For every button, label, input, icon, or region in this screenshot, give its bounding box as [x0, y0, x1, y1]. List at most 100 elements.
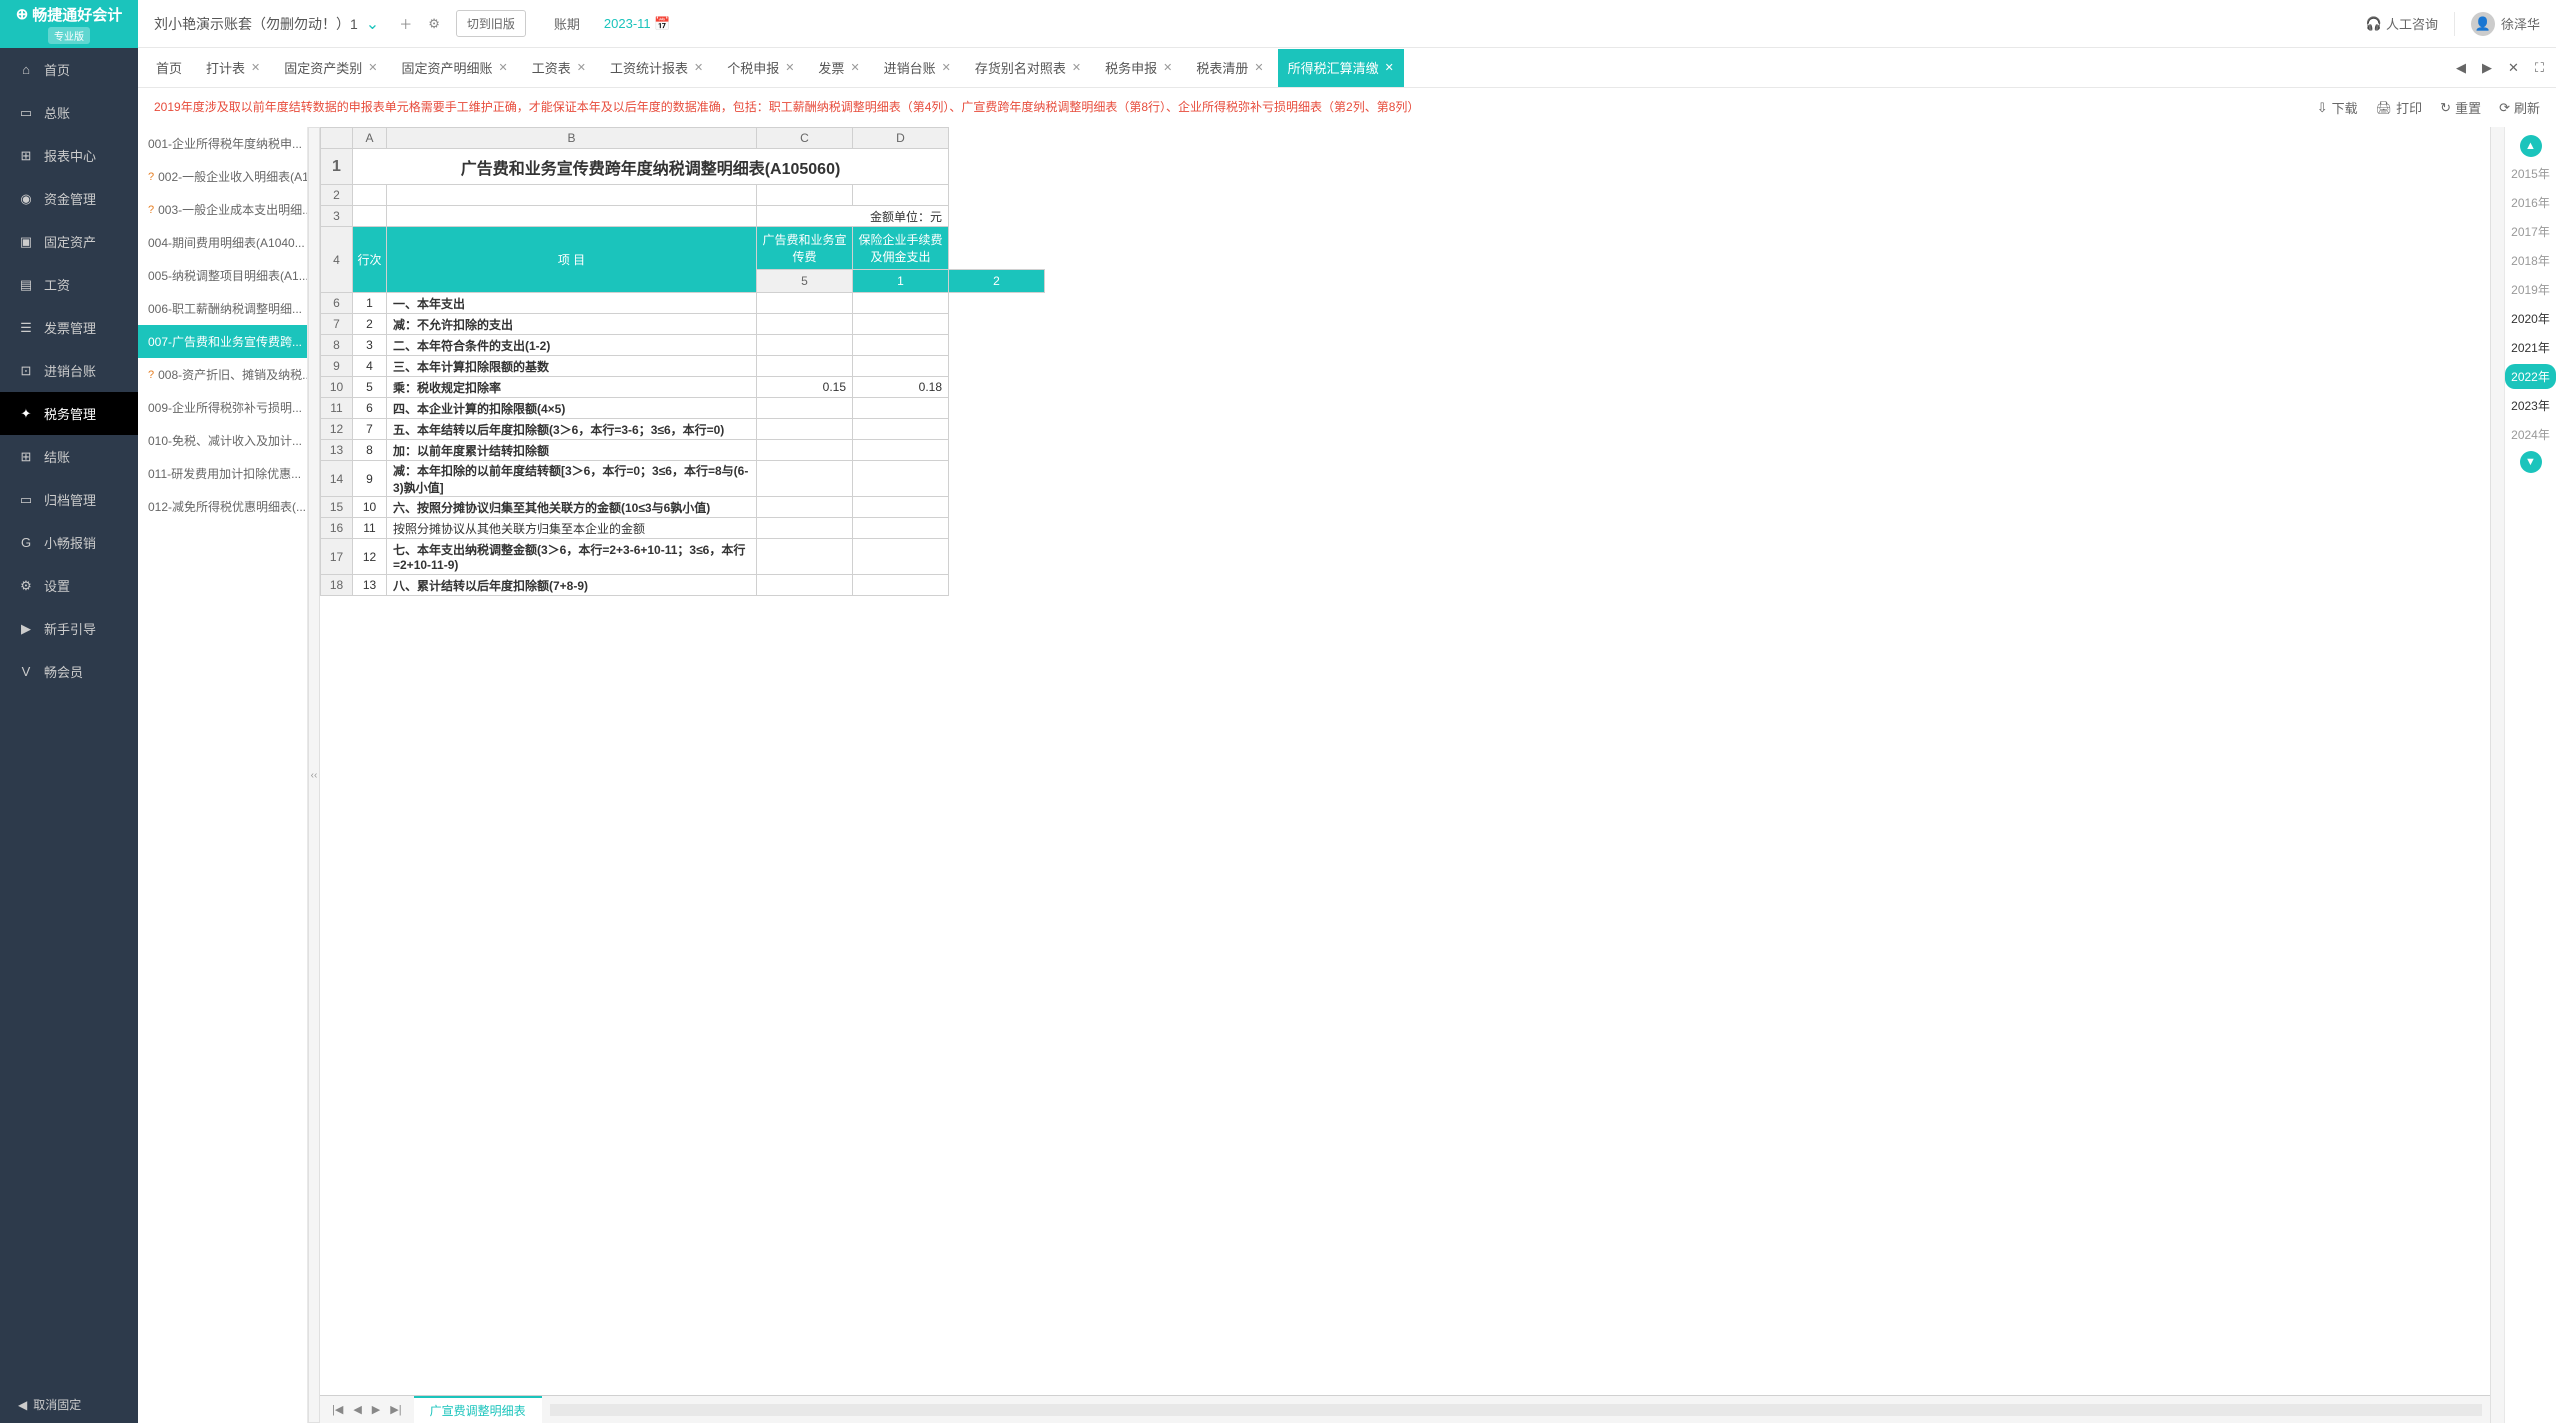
sidebar-item[interactable]: ▣固定资产	[0, 220, 138, 263]
form-list-item[interactable]: 004-期间费用明细表(A1040...	[138, 226, 307, 259]
tab-scroll-left-icon[interactable]: ◀	[2452, 56, 2470, 80]
chevron-down-icon[interactable]: ⌄	[366, 14, 379, 34]
cell[interactable]	[853, 314, 949, 335]
print-button[interactable]: 🖨 打印	[2376, 98, 2423, 117]
sidebar-item[interactable]: ✦税务管理	[0, 392, 138, 435]
tab[interactable]: 所得税汇算清缴✕	[1278, 49, 1404, 87]
cell[interactable]: 0.18	[853, 377, 949, 398]
cell[interactable]	[757, 497, 853, 518]
sheet-prev-icon[interactable]: ◀	[349, 1401, 365, 1418]
cell[interactable]	[757, 440, 853, 461]
form-list-item[interactable]: 011-研发费用加计扣除优惠...	[138, 457, 307, 490]
year-item[interactable]: 2020年	[2505, 306, 2556, 331]
cell[interactable]	[853, 356, 949, 377]
settings-icon[interactable]: ⚙	[428, 16, 440, 32]
close-all-tabs-icon[interactable]: ✕	[2504, 56, 2523, 80]
cell[interactable]	[853, 398, 949, 419]
year-item[interactable]: 2024年	[2505, 422, 2556, 447]
cell[interactable]	[853, 575, 949, 596]
sidebar-item[interactable]: ⊡进销台账	[0, 349, 138, 392]
year-item[interactable]: 2021年	[2505, 335, 2556, 360]
tab[interactable]: 税务申报✕	[1095, 49, 1182, 87]
form-list-item[interactable]: 010-免税、减计收入及加计...	[138, 424, 307, 457]
sheet-first-icon[interactable]: |◀	[328, 1401, 347, 1418]
cell[interactable]	[757, 293, 853, 314]
close-icon[interactable]: ✕	[1072, 61, 1081, 74]
form-list-item[interactable]: 006-职工薪酬纳税调整明细...	[138, 292, 307, 325]
support-link[interactable]: 🎧 人工咨询	[2366, 14, 2438, 33]
year-item[interactable]: 2019年	[2505, 277, 2556, 302]
sidebar-item[interactable]: G小畅报销	[0, 521, 138, 564]
tab[interactable]: 税表清册✕	[1186, 49, 1273, 87]
unpin-button[interactable]: ◀取消固定	[0, 1386, 138, 1423]
sheet-next-icon[interactable]: ▶	[368, 1401, 384, 1418]
old-version-button[interactable]: 切到旧版	[456, 10, 526, 37]
fullscreen-icon[interactable]: ⛶	[2531, 56, 2548, 80]
download-button[interactable]: ⇩ 下载	[2317, 98, 2358, 117]
add-icon[interactable]: ＋	[399, 14, 412, 33]
tab[interactable]: 固定资产明细账✕	[391, 49, 517, 87]
tab[interactable]: 固定资产类别✕	[274, 49, 387, 87]
year-up-icon[interactable]: ▲	[2520, 135, 2542, 157]
sidebar-item[interactable]: ☰发票管理	[0, 306, 138, 349]
form-list-item[interactable]: ?003-一般企业成本支出明细...	[138, 193, 307, 226]
cell[interactable]	[757, 539, 853, 575]
sidebar-item[interactable]: ▤工资	[0, 263, 138, 306]
cell[interactable]	[853, 461, 949, 497]
cell[interactable]	[757, 575, 853, 596]
user-menu[interactable]: 👤 徐泽华	[2454, 12, 2540, 36]
cell[interactable]	[757, 461, 853, 497]
tab[interactable]: 首页	[146, 49, 192, 87]
tab[interactable]: 发票✕	[808, 49, 869, 87]
cell[interactable]: 0.15	[757, 377, 853, 398]
close-icon[interactable]: ✕	[251, 61, 260, 74]
form-list-item[interactable]: 009-企业所得税弥补亏损明...	[138, 391, 307, 424]
close-icon[interactable]: ✕	[694, 61, 703, 74]
close-icon[interactable]: ✕	[1385, 61, 1394, 74]
tab[interactable]: 进销台账✕	[874, 49, 961, 87]
year-item[interactable]: 2023年	[2505, 393, 2556, 418]
cell[interactable]	[853, 419, 949, 440]
sidebar-item[interactable]: ⚙设置	[0, 564, 138, 607]
close-icon[interactable]: ✕	[577, 61, 586, 74]
cell[interactable]	[853, 497, 949, 518]
year-down-icon[interactable]: ▼	[2520, 451, 2542, 473]
vertical-scrollbar[interactable]	[2490, 127, 2504, 1423]
cell[interactable]	[757, 356, 853, 377]
close-icon[interactable]: ✕	[499, 61, 508, 74]
cell[interactable]	[853, 293, 949, 314]
cell[interactable]	[853, 539, 949, 575]
tab-scroll-right-icon[interactable]: ▶	[2478, 56, 2496, 80]
year-item[interactable]: 2015年	[2505, 161, 2556, 186]
tab[interactable]: 存货别名对照表✕	[965, 49, 1091, 87]
sidebar-item[interactable]: ⊞结账	[0, 435, 138, 478]
sidebar-item[interactable]: V畅会员	[0, 650, 138, 693]
collapse-handle[interactable]: ‹‹	[308, 127, 320, 1423]
cell[interactable]	[757, 314, 853, 335]
sidebar-item[interactable]: ⌂首页	[0, 48, 138, 91]
form-list-item[interactable]: 007-广告费和业务宣传费跨...	[138, 325, 307, 358]
close-icon[interactable]: ✕	[850, 61, 859, 74]
sidebar-item[interactable]: ⊞报表中心	[0, 134, 138, 177]
cell[interactable]	[853, 335, 949, 356]
form-list-item[interactable]: ?002-一般企业收入明细表(A1...	[138, 160, 307, 193]
cell[interactable]	[757, 335, 853, 356]
tab[interactable]: 个税申报✕	[717, 49, 804, 87]
period-picker[interactable]: 2023-11 📅	[604, 16, 671, 32]
reset-button[interactable]: ↻ 重置	[2440, 98, 2481, 117]
sidebar-item[interactable]: ▭归档管理	[0, 478, 138, 521]
cell[interactable]	[757, 419, 853, 440]
cell[interactable]	[853, 440, 949, 461]
sheet-tab[interactable]: 广宣费调整明细表	[414, 1396, 542, 1423]
cell[interactable]	[853, 518, 949, 539]
close-icon[interactable]: ✕	[785, 61, 794, 74]
tab[interactable]: 打计表✕	[196, 49, 270, 87]
sidebar-item[interactable]: ◉资金管理	[0, 177, 138, 220]
form-list-item[interactable]: 001-企业所得税年度纳税申...	[138, 127, 307, 160]
refresh-button[interactable]: ⟳ 刷新	[2499, 98, 2540, 117]
account-selector[interactable]: 刘小艳演示账套（勿删勿动！）1	[154, 14, 358, 34]
tab[interactable]: 工资统计报表✕	[600, 49, 713, 87]
form-list-item[interactable]: 012-减免所得税优惠明细表(...	[138, 490, 307, 523]
year-item[interactable]: 2022年	[2505, 364, 2556, 389]
close-icon[interactable]: ✕	[368, 61, 377, 74]
